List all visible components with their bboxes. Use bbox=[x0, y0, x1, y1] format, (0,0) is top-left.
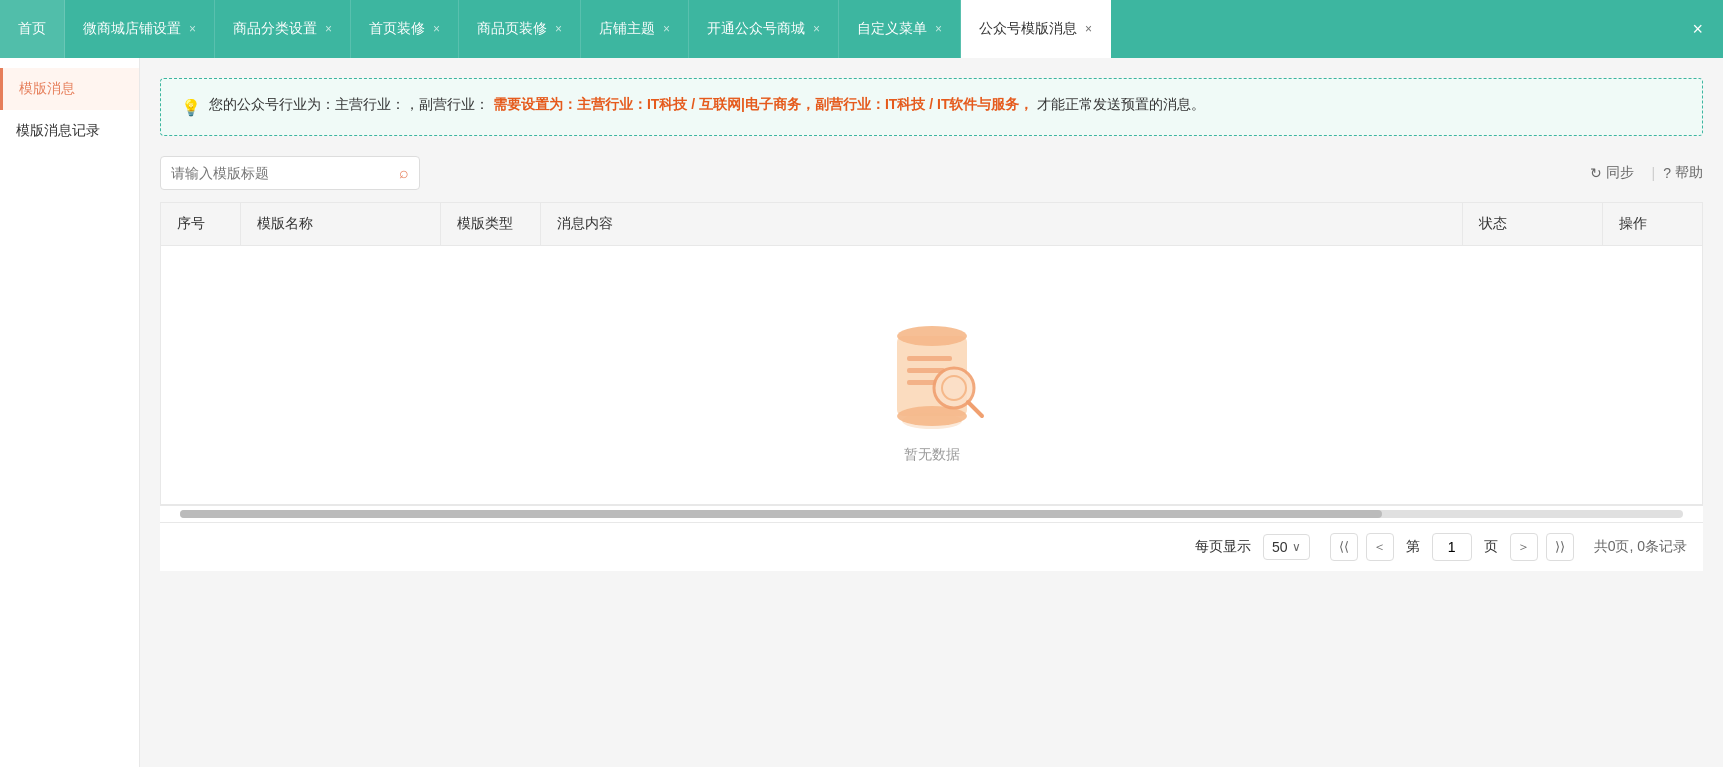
per-page-value: 50 bbox=[1272, 539, 1288, 555]
per-page-label: 每页显示 bbox=[1195, 538, 1251, 556]
next-page-button[interactable]: ＞ bbox=[1510, 533, 1538, 561]
sidebar-item-template-msg[interactable]: 模版消息 bbox=[0, 68, 139, 110]
col-seq: 序号 bbox=[161, 202, 241, 245]
per-page-select[interactable]: 50 ∨ bbox=[1263, 534, 1310, 560]
close-tab-category-settings[interactable]: × bbox=[325, 22, 332, 36]
search-icon[interactable]: ⌕ bbox=[399, 164, 409, 182]
svg-rect-6 bbox=[907, 380, 937, 385]
tab-product-decor[interactable]: 商品页装修 × bbox=[459, 0, 581, 58]
close-tab-open-mall[interactable]: × bbox=[813, 22, 820, 36]
notice-banner: 💡 您的公众号行业为：主营行业：，副营行业： 需要设置为：主营行业：IT科技 /… bbox=[160, 78, 1703, 136]
toolbar: ⌕ ↻ 同步 | ? 帮助 bbox=[160, 156, 1703, 190]
close-tab-custom-menu[interactable]: × bbox=[935, 22, 942, 36]
sidebar-item-template-msg-record[interactable]: 模版消息记录 bbox=[0, 110, 139, 152]
svg-rect-4 bbox=[907, 356, 952, 361]
page-label-before: 第 bbox=[1406, 538, 1420, 556]
svg-rect-5 bbox=[907, 368, 945, 373]
toolbar-divider: | bbox=[1652, 165, 1656, 181]
empty-state-row: 暂无数据 bbox=[161, 245, 1703, 504]
table-header-row: 序号 模版名称 模版类型 消息内容 状态 操作 bbox=[161, 202, 1703, 245]
tab-home-decor[interactable]: 首页装修 × bbox=[351, 0, 459, 58]
page-label-after: 页 bbox=[1484, 538, 1498, 556]
empty-illustration bbox=[872, 306, 992, 426]
tab-home[interactable]: 首页 bbox=[0, 0, 65, 58]
empty-text: 暂无数据 bbox=[161, 446, 1702, 464]
close-tab-home-decor[interactable]: × bbox=[433, 22, 440, 36]
notice-icon: 💡 bbox=[181, 95, 201, 121]
svg-point-2 bbox=[897, 326, 967, 346]
close-tab-shop-settings[interactable]: × bbox=[189, 22, 196, 36]
first-page-button[interactable]: ⟨⟨ bbox=[1330, 533, 1358, 561]
col-type: 模版类型 bbox=[441, 202, 541, 245]
content-area: 💡 您的公众号行业为：主营行业：，副营行业： 需要设置为：主营行业：IT科技 /… bbox=[140, 58, 1723, 767]
scrollbar-thumb[interactable] bbox=[180, 510, 1382, 518]
sidebar: 模版消息 模版消息记录 bbox=[0, 58, 140, 767]
scrollbar-track[interactable] bbox=[180, 510, 1683, 518]
close-tab-template-msg[interactable]: × bbox=[1085, 22, 1092, 36]
tab-template-msg[interactable]: 公众号模版消息 × bbox=[961, 0, 1111, 58]
tab-shop-settings[interactable]: 微商城店铺设置 × bbox=[65, 0, 215, 58]
close-tab-shop-theme[interactable]: × bbox=[663, 22, 670, 36]
help-button[interactable]: ? 帮助 bbox=[1663, 164, 1703, 182]
data-table: 序号 模版名称 模版类型 消息内容 状态 操作 bbox=[160, 202, 1703, 505]
prev-page-button[interactable]: ＜ bbox=[1366, 533, 1394, 561]
last-page-button[interactable]: ⟩⟩ bbox=[1546, 533, 1574, 561]
col-name: 模版名称 bbox=[241, 202, 441, 245]
page-number-input[interactable] bbox=[1432, 533, 1472, 561]
sync-icon: ↻ bbox=[1590, 165, 1602, 181]
search-box: ⌕ bbox=[160, 156, 420, 190]
toolbar-right: ↻ 同步 | ? 帮助 bbox=[1590, 164, 1703, 182]
scrollbar-row[interactable] bbox=[160, 505, 1703, 522]
tab-open-mall[interactable]: 开通公众号商城 × bbox=[689, 0, 839, 58]
help-icon: ? bbox=[1663, 165, 1671, 181]
main-layout: 模版消息 模版消息记录 💡 您的公众号行业为：主营行业：，副营行业： 需要设置为… bbox=[0, 58, 1723, 767]
search-input[interactable] bbox=[171, 157, 399, 189]
close-tab-product-decor[interactable]: × bbox=[555, 22, 562, 36]
empty-state: 暂无数据 bbox=[161, 246, 1702, 504]
chevron-down-icon: ∨ bbox=[1292, 540, 1301, 554]
pagination-bar: 每页显示 50 ∨ ⟨⟨ ＜ 第 页 ＞ ⟩⟩ 共 bbox=[160, 522, 1703, 571]
close-all-button[interactable]: × bbox=[1672, 0, 1723, 58]
col-status: 状态 bbox=[1463, 202, 1603, 245]
col-content: 消息内容 bbox=[541, 202, 1463, 245]
col-action: 操作 bbox=[1603, 202, 1703, 245]
tab-custom-menu[interactable]: 自定义菜单 × bbox=[839, 0, 961, 58]
sync-button[interactable]: ↻ 同步 bbox=[1590, 164, 1634, 182]
top-nav: 首页 微商城店铺设置 × 商品分类设置 × 首页装修 × 商品页装修 × 店铺主… bbox=[0, 0, 1723, 58]
tab-shop-theme[interactable]: 店铺主题 × bbox=[581, 0, 689, 58]
tab-category-settings[interactable]: 商品分类设置 × bbox=[215, 0, 351, 58]
svg-line-8 bbox=[968, 402, 982, 416]
total-info: 共0页, 0条记录 bbox=[1594, 538, 1687, 556]
